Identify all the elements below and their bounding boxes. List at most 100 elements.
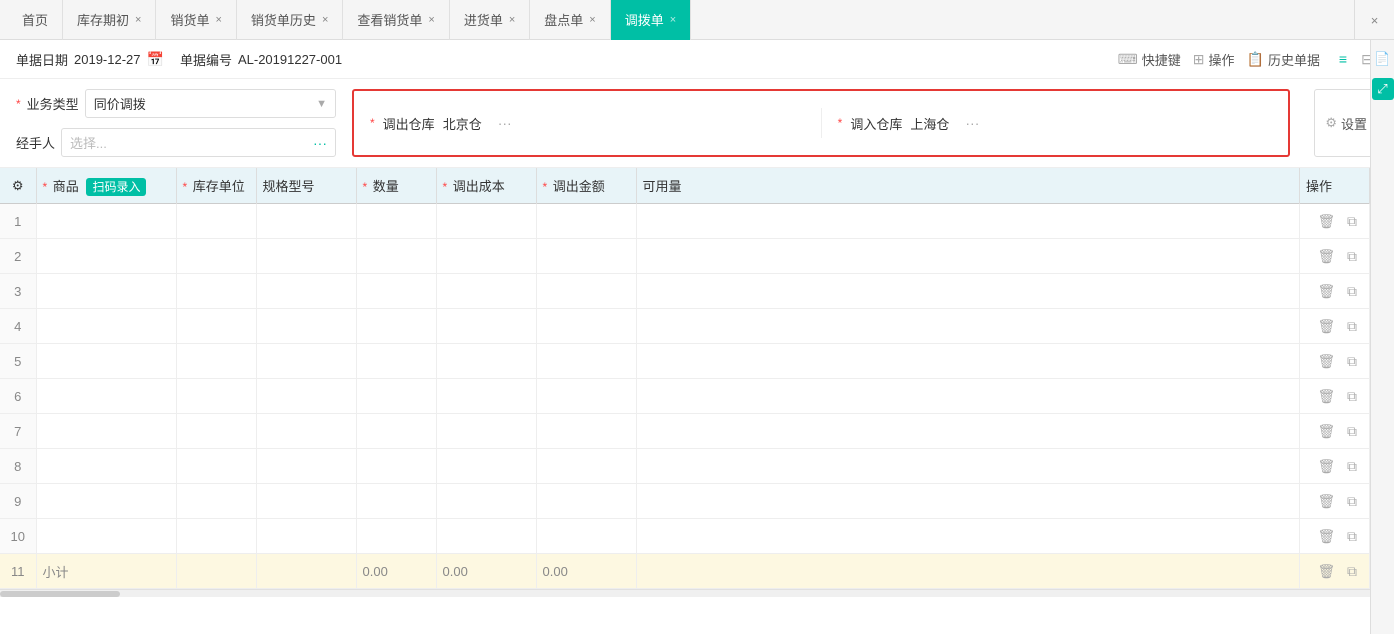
tab-inventory-check-close[interactable]: × (589, 14, 595, 26)
qty-cell[interactable] (356, 484, 436, 519)
out-amount-cell[interactable] (536, 449, 636, 484)
available-cell[interactable] (636, 344, 1300, 379)
copy-icon[interactable]: ⧉ (1341, 245, 1363, 267)
qty-cell[interactable] (356, 414, 436, 449)
tab-purchase-order[interactable]: 进货单 × (450, 0, 530, 40)
delete-icon[interactable]: 🗑 (1315, 350, 1337, 372)
copy-icon[interactable]: ⧉ (1341, 490, 1363, 512)
out-cost-cell[interactable] (436, 414, 536, 449)
gear-col-icon[interactable]: ⚙ (12, 178, 24, 193)
copy-icon[interactable]: ⧉ (1341, 315, 1363, 337)
qty-cell[interactable] (356, 309, 436, 344)
tab-sales-order-close[interactable]: × (215, 14, 221, 26)
available-cell[interactable] (636, 414, 1300, 449)
spec-cell[interactable] (256, 344, 356, 379)
qty-cell[interactable] (356, 204, 436, 239)
qty-cell[interactable] (356, 239, 436, 274)
spec-cell[interactable] (256, 239, 356, 274)
out-cost-cell[interactable] (436, 274, 536, 309)
tab-purchase-order-close[interactable]: × (509, 14, 515, 26)
out-amount-cell[interactable] (536, 379, 636, 414)
delete-icon[interactable]: 🗑 (1315, 245, 1337, 267)
available-cell[interactable] (636, 204, 1300, 239)
available-cell[interactable] (636, 309, 1300, 344)
history-button[interactable]: 📋 历史单据 (1247, 50, 1320, 69)
settings-button[interactable]: ⚙ 设置 (1314, 89, 1378, 157)
delete-icon[interactable]: 🗑 (1315, 420, 1337, 442)
out-amount-cell[interactable] (536, 484, 636, 519)
available-cell[interactable] (636, 449, 1300, 484)
tab-inventory-init[interactable]: 库存期初 × (63, 0, 156, 40)
delete-icon[interactable]: 🗑 (1315, 280, 1337, 302)
available-cell[interactable] (636, 379, 1300, 414)
copy-icon[interactable]: ⧉ (1341, 210, 1363, 232)
tab-inventory-init-close[interactable]: × (135, 14, 141, 26)
delete-icon[interactable]: 🗑 (1315, 210, 1337, 232)
out-cost-cell[interactable] (436, 449, 536, 484)
delete-icon[interactable]: 🗑 (1315, 525, 1337, 547)
product-cell[interactable] (36, 239, 176, 274)
qty-cell[interactable] (356, 344, 436, 379)
copy-icon[interactable]: ⧉ (1341, 525, 1363, 547)
out-cost-cell[interactable] (436, 344, 536, 379)
copy-icon[interactable]: ⧉ (1341, 455, 1363, 477)
qty-cell[interactable] (356, 519, 436, 554)
spec-cell[interactable] (256, 379, 356, 414)
spec-cell[interactable] (256, 274, 356, 309)
spec-cell[interactable] (256, 414, 356, 449)
handler-select[interactable]: 选择... ··· (61, 128, 336, 157)
copy-icon[interactable]: ⧉ (1341, 350, 1363, 372)
tab-sales-order[interactable]: 销货单 × (156, 0, 236, 40)
layout-list-icon[interactable]: ≡ (1332, 48, 1354, 70)
qty-cell[interactable] (356, 379, 436, 414)
delete-icon[interactable]: 🗑 (1315, 385, 1337, 407)
out-cost-cell[interactable] (436, 484, 536, 519)
spec-cell[interactable] (256, 449, 356, 484)
tab-inventory-check[interactable]: 盘点单 × (530, 0, 610, 40)
available-cell[interactable] (636, 274, 1300, 309)
out-cost-cell[interactable] (436, 379, 536, 414)
unit-cell[interactable] (176, 484, 256, 519)
tab-view-sales[interactable]: 查看销货单 × (343, 0, 449, 40)
product-cell[interactable] (36, 414, 176, 449)
horizontal-scrollbar[interactable] (0, 589, 1370, 597)
delete-icon[interactable]: 🗑 (1315, 455, 1337, 477)
unit-cell[interactable] (176, 414, 256, 449)
unit-cell[interactable] (176, 274, 256, 309)
spec-cell[interactable] (256, 204, 356, 239)
out-amount-cell[interactable] (536, 274, 636, 309)
product-cell[interactable] (36, 519, 176, 554)
close-all-tabs-button[interactable]: × (1354, 0, 1394, 40)
tab-sales-history[interactable]: 销货单历史 × (237, 0, 343, 40)
calendar-icon[interactable]: 📅 (147, 51, 164, 68)
unit-cell[interactable] (176, 379, 256, 414)
tab-view-sales-close[interactable]: × (428, 14, 434, 26)
out-amount-cell[interactable] (536, 239, 636, 274)
qty-cell[interactable] (356, 274, 436, 309)
sidebar-expand-icon[interactable]: ⤢ (1372, 78, 1394, 100)
qty-cell[interactable] (356, 449, 436, 484)
out-amount-cell[interactable] (536, 204, 636, 239)
unit-cell[interactable] (176, 239, 256, 274)
available-cell[interactable] (636, 239, 1300, 274)
out-cost-cell[interactable] (436, 519, 536, 554)
spec-cell[interactable] (256, 519, 356, 554)
in-warehouse-more-icon[interactable]: ··· (965, 115, 979, 131)
out-cost-cell[interactable] (436, 239, 536, 274)
tab-home[interactable]: 首页 (8, 0, 63, 40)
product-cell[interactable] (36, 379, 176, 414)
delete-icon[interactable]: 🗑 (1315, 315, 1337, 337)
unit-cell[interactable] (176, 519, 256, 554)
handler-more-icon[interactable]: ··· (313, 135, 327, 151)
product-cell[interactable] (36, 204, 176, 239)
out-amount-cell[interactable] (536, 519, 636, 554)
product-cell[interactable] (36, 484, 176, 519)
product-cell[interactable] (36, 274, 176, 309)
spec-cell[interactable] (256, 309, 356, 344)
copy-icon[interactable]: ⧉ (1341, 385, 1363, 407)
operations-button[interactable]: ⊞ 操作 (1193, 50, 1235, 69)
tab-transfer-order-close[interactable]: × (670, 14, 676, 26)
available-cell[interactable] (636, 519, 1300, 554)
scan-barcode-button[interactable]: 扫码录入 (86, 178, 146, 196)
out-amount-cell[interactable] (536, 309, 636, 344)
